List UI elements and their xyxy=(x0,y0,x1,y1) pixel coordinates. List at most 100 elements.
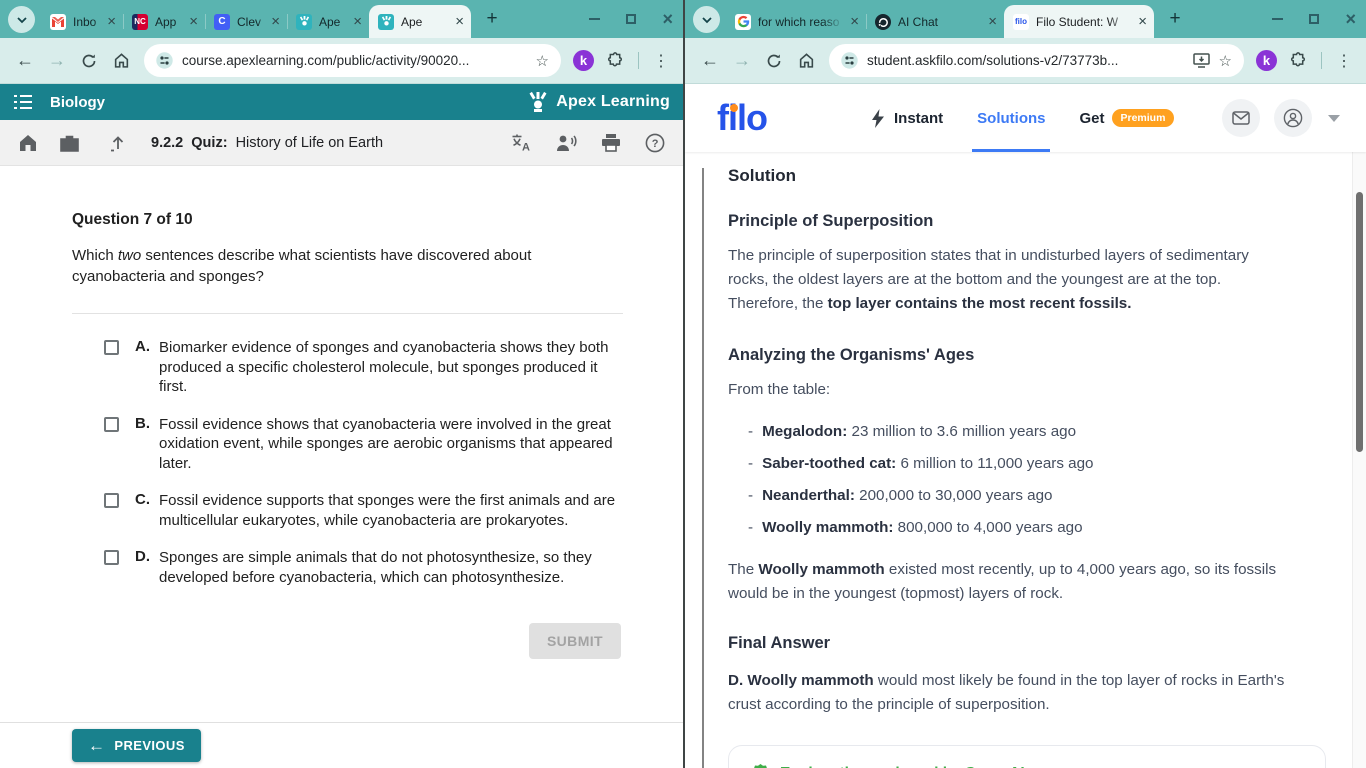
reload-icon[interactable] xyxy=(74,46,104,76)
option-text[interactable]: Biomarker evidence of sponges and cyanob… xyxy=(159,338,623,397)
tab-clever[interactable]: C Clev × xyxy=(205,5,288,38)
url-text: course.apexlearning.com/public/activity/… xyxy=(182,53,470,68)
site-settings-icon[interactable] xyxy=(841,52,858,69)
close-icon[interactable]: × xyxy=(107,14,116,29)
previous-button[interactable]: ← PREVIOUS xyxy=(72,729,201,762)
back-icon[interactable]: ← xyxy=(695,46,725,76)
close-icon[interactable]: × xyxy=(1138,14,1147,29)
forward-icon[interactable]: → xyxy=(42,46,72,76)
close-window-icon[interactable]: × xyxy=(1345,10,1356,28)
tab-title: Filo Student: W xyxy=(1036,14,1119,29)
tab-search-button[interactable] xyxy=(8,6,35,33)
bookmark-star-icon[interactable]: ☆ xyxy=(536,52,549,70)
option-row-a: A. Biomarker evidence of sponges and cya… xyxy=(72,338,623,397)
clever-icon: C xyxy=(214,13,230,30)
apex-learning-logo: Apex Learning xyxy=(526,90,670,114)
section-title-superposition: Principle of Superposition xyxy=(728,212,934,230)
nav-instant[interactable]: Instant xyxy=(871,108,943,128)
tab-google-search[interactable]: for which reaso × xyxy=(726,5,867,38)
tab-title: Clev xyxy=(237,14,262,29)
home-icon[interactable] xyxy=(791,46,821,76)
minimize-icon[interactable] xyxy=(589,18,601,20)
ai-chat-icon xyxy=(875,13,891,30)
left-tab-strip: Inbo × NC App × C Clev × Ape × Ape × + × xyxy=(0,0,683,38)
activity-up-icon[interactable] xyxy=(109,134,127,152)
browser-menu-icon[interactable]: ⋮ xyxy=(1330,51,1358,71)
kami-extension-icon[interactable]: k xyxy=(573,50,594,71)
help-icon[interactable]: ? xyxy=(645,133,665,153)
activity-breadcrumb: 9.2.2 Quiz: History of Life on Earth xyxy=(151,135,383,151)
account-caret-icon[interactable] xyxy=(1328,114,1340,122)
close-icon[interactable]: × xyxy=(455,14,464,29)
activity-code: 9.2.2 xyxy=(151,134,184,151)
content-left-edge xyxy=(702,168,704,768)
filo-logo[interactable]: filo xyxy=(717,100,768,136)
checkbox-b[interactable] xyxy=(104,416,119,432)
new-tab-button[interactable]: + xyxy=(479,6,505,32)
site-settings-icon[interactable] xyxy=(156,52,173,69)
window-controls: × xyxy=(589,0,673,38)
scrollbar-thumb[interactable] xyxy=(1356,192,1363,452)
messages-button[interactable] xyxy=(1222,99,1260,137)
close-icon[interactable]: × xyxy=(189,14,198,29)
maximize-icon[interactable] xyxy=(1309,14,1320,24)
back-icon[interactable]: ← xyxy=(10,46,40,76)
option-letter: D. xyxy=(135,548,150,565)
url-bar[interactable]: student.askfilo.com/solutions-v2/73773b.… xyxy=(829,44,1244,77)
submit-button[interactable]: SUBMIT xyxy=(528,623,621,659)
explanation-review-card[interactable]: Explanation reviewed by SuperAI xyxy=(728,745,1326,768)
extensions-puzzle-icon[interactable] xyxy=(600,46,630,76)
question-counter: Question 7 of 10 xyxy=(72,211,193,228)
translate-icon[interactable]: A xyxy=(511,133,532,152)
activity-title: History of Life on Earth xyxy=(235,134,384,151)
svg-text:A: A xyxy=(522,142,530,153)
tab-inbox[interactable]: Inbo × xyxy=(41,5,124,38)
close-window-icon[interactable]: × xyxy=(662,10,673,28)
kami-extension-icon[interactable]: k xyxy=(1256,50,1277,71)
account-button[interactable] xyxy=(1274,99,1312,137)
tab-title: App xyxy=(155,14,177,29)
checkbox-d[interactable] xyxy=(104,550,119,565)
page-scrollbar[interactable] xyxy=(1352,152,1366,768)
nav-solutions[interactable]: Solutions xyxy=(977,84,1045,152)
close-icon[interactable]: × xyxy=(353,14,362,29)
svg-text:?: ? xyxy=(652,138,659,150)
read-aloud-icon[interactable] xyxy=(556,134,577,152)
install-app-icon[interactable] xyxy=(1192,53,1210,68)
tab-apex-active[interactable]: Ape × xyxy=(369,5,471,38)
apex-brand-text: Apex Learning xyxy=(556,93,670,110)
url-bar[interactable]: course.apexlearning.com/public/activity/… xyxy=(144,44,561,77)
screen: Inbo × NC App × C Clev × Ape × Ape × + ×… xyxy=(0,0,1366,768)
briefcase-icon[interactable] xyxy=(60,134,79,152)
nav-get-premium[interactable]: Get Premium xyxy=(1079,109,1175,127)
new-tab-button[interactable]: + xyxy=(1162,6,1188,32)
tab-ai-chat[interactable]: AI Chat × xyxy=(866,5,1005,38)
option-row-b: B. Fossil evidence shows that cyanobacte… xyxy=(72,415,623,474)
close-icon[interactable]: × xyxy=(988,14,997,29)
print-icon[interactable] xyxy=(601,133,621,152)
tab-search-button[interactable] xyxy=(693,6,720,33)
option-text[interactable]: Fossil evidence shows that cyanobacteria… xyxy=(159,415,623,474)
maximize-icon[interactable] xyxy=(626,14,637,24)
reload-icon[interactable] xyxy=(759,46,789,76)
tab-apex-1[interactable]: Ape × xyxy=(287,5,369,38)
checkbox-c[interactable] xyxy=(104,493,119,508)
close-icon[interactable]: × xyxy=(850,14,859,29)
forward-icon[interactable]: → xyxy=(727,46,757,76)
verified-badge-icon xyxy=(751,764,770,768)
option-text[interactable]: Fossil evidence supports that sponges we… xyxy=(159,491,623,530)
bookmark-star-icon[interactable]: ☆ xyxy=(1219,52,1232,70)
tab-app[interactable]: NC App × xyxy=(123,5,206,38)
browser-menu-icon[interactable]: ⋮ xyxy=(647,51,675,71)
option-text[interactable]: Sponges are simple animals that do not p… xyxy=(159,548,623,587)
tab-filo-active[interactable]: filo Filo Student: W × xyxy=(1004,5,1154,38)
minimize-icon[interactable] xyxy=(1272,18,1284,20)
extensions-puzzle-icon[interactable] xyxy=(1283,46,1313,76)
option-row-d: D. Sponges are simple animals that do no… xyxy=(72,548,623,587)
checkbox-a[interactable] xyxy=(104,340,119,355)
close-icon[interactable]: × xyxy=(271,14,280,29)
home-icon[interactable] xyxy=(106,46,136,76)
course-menu-icon[interactable] xyxy=(13,94,33,110)
course-home-icon[interactable] xyxy=(18,134,38,152)
question-divider xyxy=(72,313,623,314)
